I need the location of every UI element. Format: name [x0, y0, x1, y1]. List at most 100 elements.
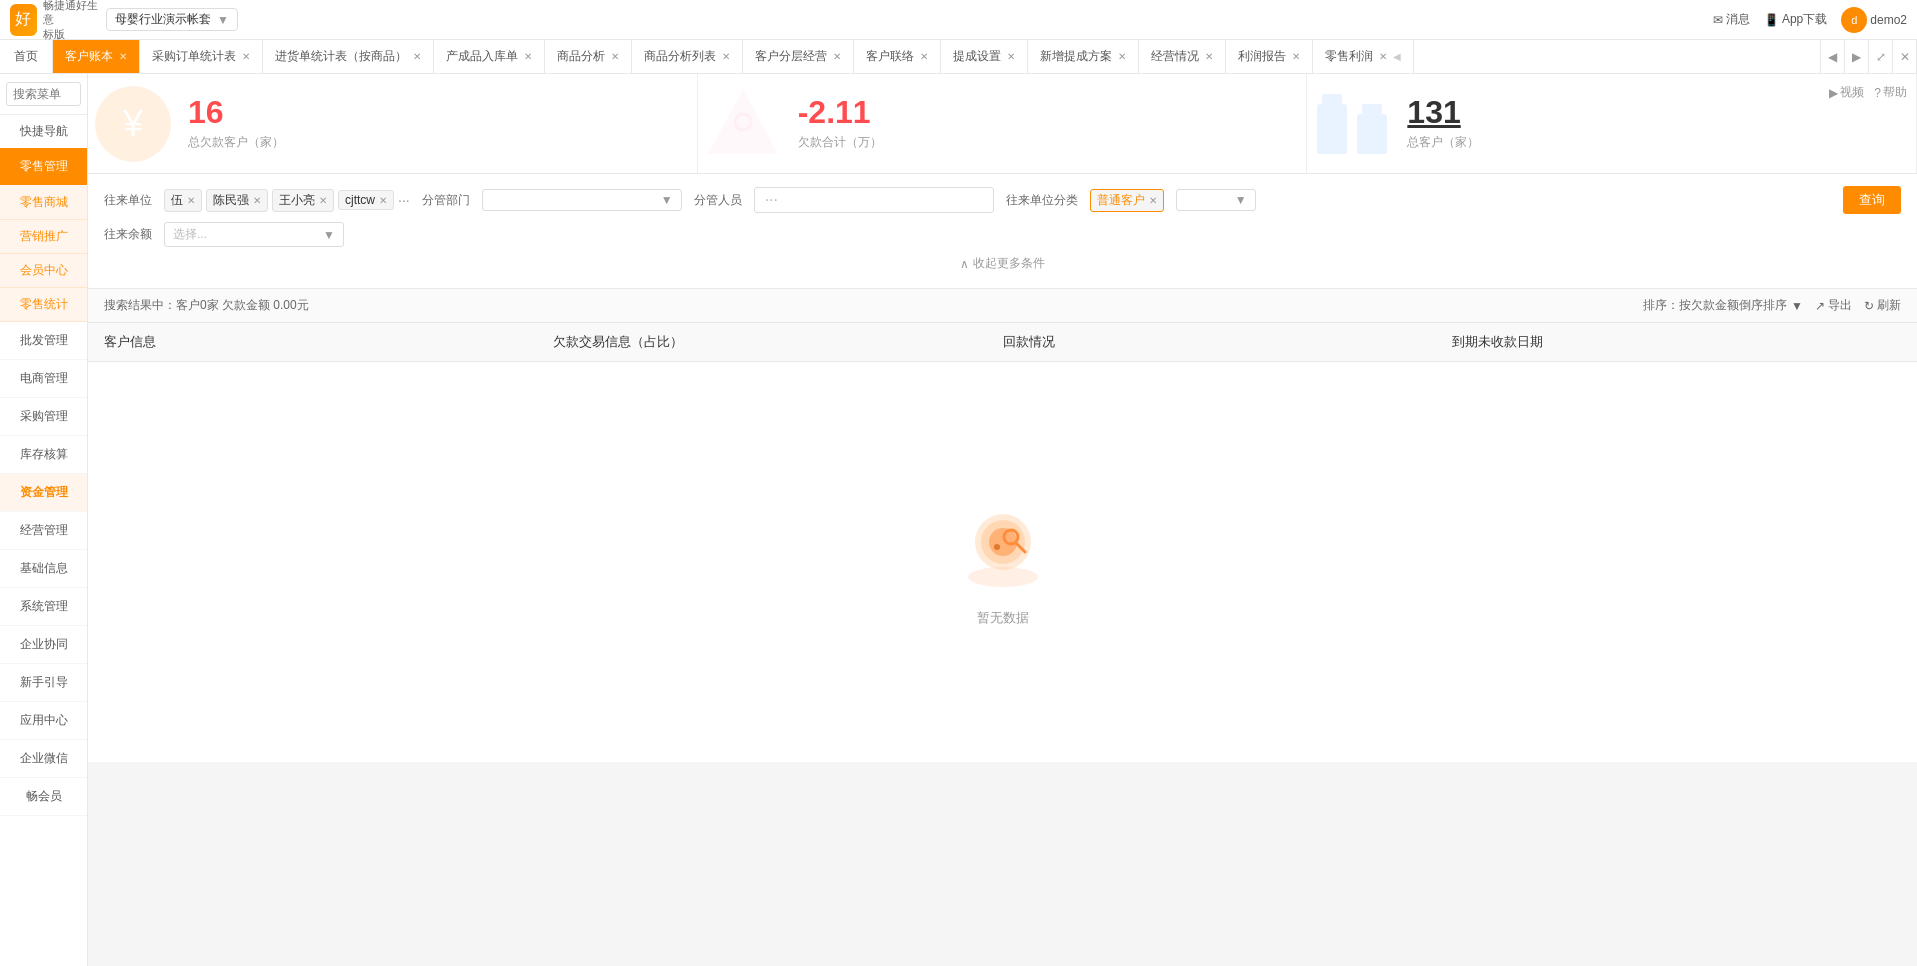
- sidebar-item-retail-mall[interactable]: 零售商城: [0, 186, 87, 220]
- stats-row: ¥ 16 总欠款客户（家） -2.11 欠款合计（万）: [88, 74, 1917, 174]
- stat-info-customers: 16 总欠款客户（家）: [188, 96, 284, 151]
- search-input[interactable]: [6, 82, 81, 106]
- remove-tag-chen[interactable]: ✕: [253, 195, 261, 206]
- tab-product-analysis[interactable]: 商品分析 ✕: [545, 40, 632, 73]
- sidebar-item-enterprise-collab[interactable]: 企业协同: [0, 626, 87, 664]
- remove-tag-cjttcw[interactable]: ✕: [379, 195, 387, 206]
- sidebar-item-purchase[interactable]: 采购管理: [0, 398, 87, 436]
- tab-new-commission[interactable]: 新增提成方案 ✕: [1028, 40, 1139, 73]
- filter-balance-select[interactable]: 选择... ▼: [164, 222, 344, 247]
- sidebar-item-ecommerce[interactable]: 电商管理: [0, 360, 87, 398]
- sidebar-item-retail-stats[interactable]: 零售统计: [0, 288, 87, 322]
- nav-arrows: ◀ ▶ ⤢ ✕: [1820, 40, 1917, 73]
- sidebar-item-member[interactable]: 畅会员: [0, 778, 87, 816]
- sort-select[interactable]: 排序：按欠款金额倒序排序 ▼: [1643, 297, 1803, 314]
- tab-close-icon[interactable]: ✕: [413, 51, 421, 62]
- remove-tag-wu[interactable]: ✕: [187, 195, 195, 206]
- nav-expand-button[interactable]: ⤢: [1869, 40, 1893, 74]
- user-profile[interactable]: d demo2: [1841, 7, 1907, 33]
- tab-retail-profit[interactable]: 零售利润 ✕ ◀: [1313, 40, 1414, 73]
- export-button[interactable]: ↗ 导出: [1815, 297, 1852, 314]
- remove-tag-normal-customer[interactable]: ✕: [1149, 195, 1157, 206]
- sidebar-item-finance[interactable]: 资金管理: [0, 474, 87, 512]
- play-icon: ▶: [1829, 86, 1838, 100]
- message-icon: ✉: [1713, 13, 1723, 27]
- filter-unit-class-label: 往来单位分类: [1006, 192, 1078, 209]
- query-button[interactable]: 查询: [1843, 186, 1901, 214]
- video-link[interactable]: ▶ 视频: [1829, 84, 1864, 101]
- sidebar-item-inventory[interactable]: 库存核算: [0, 436, 87, 474]
- tab-close-icon[interactable]: ✕: [1205, 51, 1213, 62]
- tab-purchase-order-stats[interactable]: 采购订单统计表 ✕: [140, 40, 263, 73]
- tab-close-icon[interactable]: ✕: [1118, 51, 1126, 62]
- filter-tag-normal-customer: 普通客户 ✕: [1090, 189, 1164, 212]
- tab-close-icon[interactable]: ✕: [1292, 51, 1300, 62]
- tab-purchase-stats-by-product[interactable]: 进货单统计表（按商品） ✕: [263, 40, 434, 73]
- top-right-actions: ▶ 视频 ? 帮助: [1829, 84, 1907, 101]
- sidebar-item-member-center[interactable]: 会员中心: [0, 254, 87, 288]
- tab-product-inbound[interactable]: 产成品入库单 ✕: [434, 40, 545, 73]
- tab-close-icon[interactable]: ✕: [242, 51, 250, 62]
- tab-customer-layer[interactable]: 客户分层经营 ✕: [743, 40, 854, 73]
- sidebar-item-enterprise-wechat[interactable]: 企业微信: [0, 740, 87, 778]
- nav-next-button[interactable]: ▶: [1845, 40, 1869, 74]
- tab-operations[interactable]: 经营情况 ✕: [1139, 40, 1226, 73]
- filter-row-1: 往来单位 伍 ✕ 陈民强 ✕ 王小亮 ✕ cjttcw: [104, 186, 1901, 214]
- tab-close-icon[interactable]: ✕: [524, 51, 532, 62]
- stat-info-debt: -2.11 欠款合计（万）: [798, 96, 882, 151]
- results-bar: 搜索结果中：客户0家 欠款金额 0.00元 排序：按欠款金额倒序排序 ▼ ↗ 导…: [88, 289, 1917, 323]
- sidebar-item-system[interactable]: 系统管理: [0, 588, 87, 626]
- tab-close-icon[interactable]: ✕: [722, 51, 730, 62]
- tab-customer-contact[interactable]: 客户联络 ✕: [854, 40, 941, 73]
- top-bar-right: ✉ 消息 📱 App下载 d demo2: [1713, 7, 1907, 33]
- tab-close-icon[interactable]: ✕: [833, 51, 841, 62]
- stat-card-total-customers: 131 总客户（家）: [1307, 74, 1917, 173]
- top-bar: 好 畅捷通好生意 标版 母婴行业演示帐套 ▼ ✉ 消息 📱 App下载 d de…: [0, 0, 1917, 40]
- sidebar-item-wholesale[interactable]: 批发管理: [0, 322, 87, 360]
- tab-close-icon[interactable]: ✕: [611, 51, 619, 62]
- sidebar-item-basic-info[interactable]: 基础信息: [0, 550, 87, 588]
- message-link[interactable]: ✉ 消息: [1713, 11, 1750, 28]
- top-bar-left: 好 畅捷通好生意 标版 母婴行业演示帐套 ▼: [10, 0, 238, 41]
- filter-more-button[interactable]: ···: [398, 192, 410, 208]
- filter-person-select[interactable]: ···: [754, 187, 994, 213]
- ellipsis-icon: ···: [765, 191, 778, 209]
- tab-customer-ledger[interactable]: 客户账本 ✕: [53, 40, 140, 73]
- collapse-button[interactable]: ∧ 收起更多条件: [960, 255, 1045, 272]
- filter-person-label: 分管人员: [694, 192, 742, 209]
- data-table: 客户信息 欠款交易信息（占比） 回款情况 到期未收款日期: [88, 323, 1917, 762]
- tab-close-icon[interactable]: ✕: [1007, 51, 1015, 62]
- tab-profit-report[interactable]: 利润报告 ✕: [1226, 40, 1313, 73]
- sidebar-item-operations[interactable]: 经营管理: [0, 512, 87, 550]
- remove-tag-wang[interactable]: ✕: [319, 195, 327, 206]
- tab-close-icon[interactable]: ✕: [119, 51, 127, 62]
- filter-tag-chen: 陈民强 ✕: [206, 189, 268, 212]
- table-body: 暂无数据: [88, 362, 1917, 762]
- nav-close-all-button[interactable]: ✕: [1893, 40, 1917, 74]
- chevron-down-icon: ▼: [1791, 299, 1803, 313]
- col-due-date: 到期未收款日期: [1452, 333, 1901, 351]
- filter-unit-class-tags: 普通客户 ✕: [1090, 189, 1164, 212]
- sidebar-item-newbie-guide[interactable]: 新手引导: [0, 664, 87, 702]
- filter-unit-class-select[interactable]: ▼: [1176, 189, 1256, 211]
- tab-product-analysis-list[interactable]: 商品分析列表 ✕: [632, 40, 743, 73]
- tab-commission-settings[interactable]: 提成设置 ✕: [941, 40, 1028, 73]
- app-download-link[interactable]: 📱 App下载: [1764, 11, 1827, 28]
- tab-close-icon[interactable]: ✕: [1379, 51, 1387, 62]
- sidebar-item-retail-management[interactable]: 零售管理: [0, 148, 87, 186]
- svg-rect-3: [1317, 104, 1347, 154]
- logo-text: 畅捷通好生意 标版: [43, 0, 98, 41]
- nav-prev-button[interactable]: ◀: [1821, 40, 1845, 74]
- table-header: 客户信息 欠款交易信息（占比） 回款情况 到期未收款日期: [88, 323, 1917, 362]
- sidebar-item-app-center[interactable]: 应用中心: [0, 702, 87, 740]
- tab-close-icon[interactable]: ✕: [920, 51, 928, 62]
- filter-dept-select[interactable]: ▼: [482, 189, 682, 211]
- sidebar-item-quick-nav[interactable]: 快捷导航: [0, 115, 87, 148]
- tab-home[interactable]: 首页: [0, 40, 53, 73]
- chevron-down-icon: ▼: [217, 13, 229, 27]
- help-link[interactable]: ? 帮助: [1874, 84, 1907, 101]
- account-selector[interactable]: 母婴行业演示帐套 ▼: [106, 8, 238, 31]
- export-icon: ↗: [1815, 299, 1825, 313]
- refresh-button[interactable]: ↻ 刷新: [1864, 297, 1901, 314]
- sidebar-item-marketing[interactable]: 营销推广: [0, 220, 87, 254]
